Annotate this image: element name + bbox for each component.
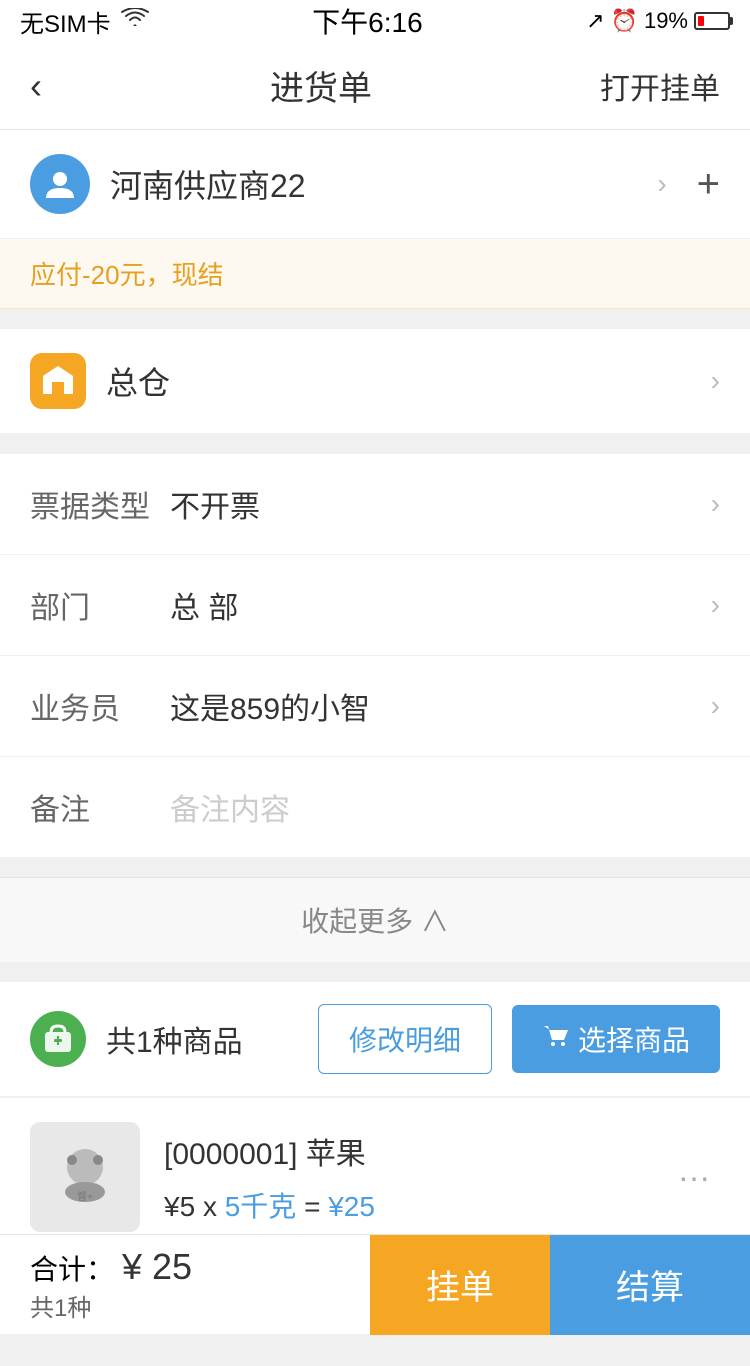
cart-icon <box>542 1023 570 1055</box>
form-section: 票据类型 不开票 › 部门 总 部 › 业务员 这是859的小智 › 备注 备注… <box>0 453 750 857</box>
battery-percent: 19% <box>644 8 688 34</box>
status-right: ↗ ⏰ 19% <box>586 8 730 34</box>
product-icon <box>30 1011 86 1067</box>
supplier-arrow-icon: › <box>657 168 666 200</box>
status-time: 下午6:16 <box>312 1 423 41</box>
multiply-sign: x <box>203 1191 225 1222</box>
quantity: 5千克 <box>225 1191 297 1222</box>
wifi-icon <box>121 7 149 35</box>
warehouse-row[interactable]: 总仓 › <box>0 329 750 433</box>
supplier-avatar <box>30 154 90 214</box>
footer-total: 合计： ¥ 25 共1种 <box>0 1246 370 1323</box>
department-arrow-icon: › <box>711 589 720 621</box>
add-supplier-button[interactable]: + <box>697 162 720 207</box>
salesperson-arrow-icon: › <box>711 690 720 722</box>
product-count-label: 共1种商品 <box>106 1017 318 1061</box>
salesperson-value: 这是859的小智 <box>170 684 711 728</box>
supplier-row[interactable]: 河南供应商22 › + <box>0 130 750 239</box>
checkout-button[interactable]: 结算 <box>550 1235 750 1335</box>
warehouse-section: 总仓 › <box>0 329 750 433</box>
warehouse-name: 总仓 <box>106 358 711 404</box>
battery-icon <box>694 12 730 30</box>
alarm-icon: ⏰ <box>611 8 638 34</box>
location-icon: ↗ <box>586 8 604 34</box>
remark-label: 备注 <box>30 785 150 829</box>
product-name: [0000001] 苹果 <box>164 1129 668 1173</box>
pending-button[interactable]: 挂单 <box>370 1235 550 1335</box>
invoice-type-value: 不开票 <box>170 482 711 526</box>
product-title: 苹果 <box>306 1138 366 1171</box>
open-pending-button[interactable]: 打开挂单 <box>600 64 720 108</box>
supplier-name: 河南供应商22 <box>110 161 657 207</box>
form-row-invoice[interactable]: 票据类型 不开票 › <box>0 453 750 554</box>
select-product-label: 选择商品 <box>578 1019 690 1059</box>
nav-bar: ‹ 进货单 打开挂单 <box>0 42 750 130</box>
page-title: 进货单 <box>270 61 372 110</box>
collapse-toggle[interactable]: 收起更多 ∧ <box>0 877 750 962</box>
product-code: [0000001] <box>164 1138 297 1171</box>
product-thumbnail: 督+ <box>30 1122 140 1232</box>
product-header: 共1种商品 修改明细 选择商品 <box>0 982 750 1097</box>
equals-sign: = <box>304 1191 328 1222</box>
form-row-department[interactable]: 部门 总 部 › <box>0 554 750 655</box>
select-product-button[interactable]: 选择商品 <box>512 1005 720 1073</box>
total-price: ¥25 <box>328 1191 375 1222</box>
sub-label: 共1种 <box>30 1288 340 1323</box>
product-price: ¥5 x 5千克 = ¥25 <box>164 1185 668 1225</box>
back-button[interactable]: ‹ <box>30 65 42 107</box>
unit-price: ¥5 <box>164 1191 195 1222</box>
product-info: [0000001] 苹果 ¥5 x 5千克 = ¥25 <box>164 1129 668 1225</box>
remark-placeholder[interactable]: 备注内容 <box>170 785 720 829</box>
carrier-label: 无SIM卡 <box>20 4 111 39</box>
supplier-alert: 应付-20元，现结 <box>0 239 750 309</box>
status-bar: 无SIM卡 下午6:16 ↗ ⏰ 19% <box>0 0 750 42</box>
supplier-section: 河南供应商22 › + 应付-20元，现结 <box>0 130 750 309</box>
svg-text:督+: 督+ <box>77 1190 93 1203</box>
main-content: 河南供应商22 › + 应付-20元，现结 总仓 › 票据类型 不开票 › <box>0 130 750 1366</box>
modify-detail-button[interactable]: 修改明细 <box>318 1004 492 1074</box>
salesperson-label: 业务员 <box>30 684 150 728</box>
department-value: 总 部 <box>170 583 711 627</box>
invoice-type-label: 票据类型 <box>30 482 150 526</box>
form-row-remark[interactable]: 备注 备注内容 <box>0 756 750 857</box>
warehouse-icon <box>30 353 86 409</box>
warehouse-arrow-icon: › <box>711 365 720 397</box>
invoice-arrow-icon: › <box>711 488 720 520</box>
product-more-button[interactable]: ··· <box>668 1149 720 1206</box>
product-item: 督+ [0000001] 苹果 ¥5 x 5千克 = ¥25 ··· <box>0 1097 750 1256</box>
total-label: 合计： <box>30 1248 114 1288</box>
form-row-salesperson[interactable]: 业务员 这是859的小智 › <box>0 655 750 756</box>
status-left: 无SIM卡 <box>20 4 149 39</box>
department-label: 部门 <box>30 583 150 627</box>
footer: 合计： ¥ 25 共1种 挂单 结算 <box>0 1234 750 1334</box>
total-amount: ¥ 25 <box>122 1246 192 1288</box>
